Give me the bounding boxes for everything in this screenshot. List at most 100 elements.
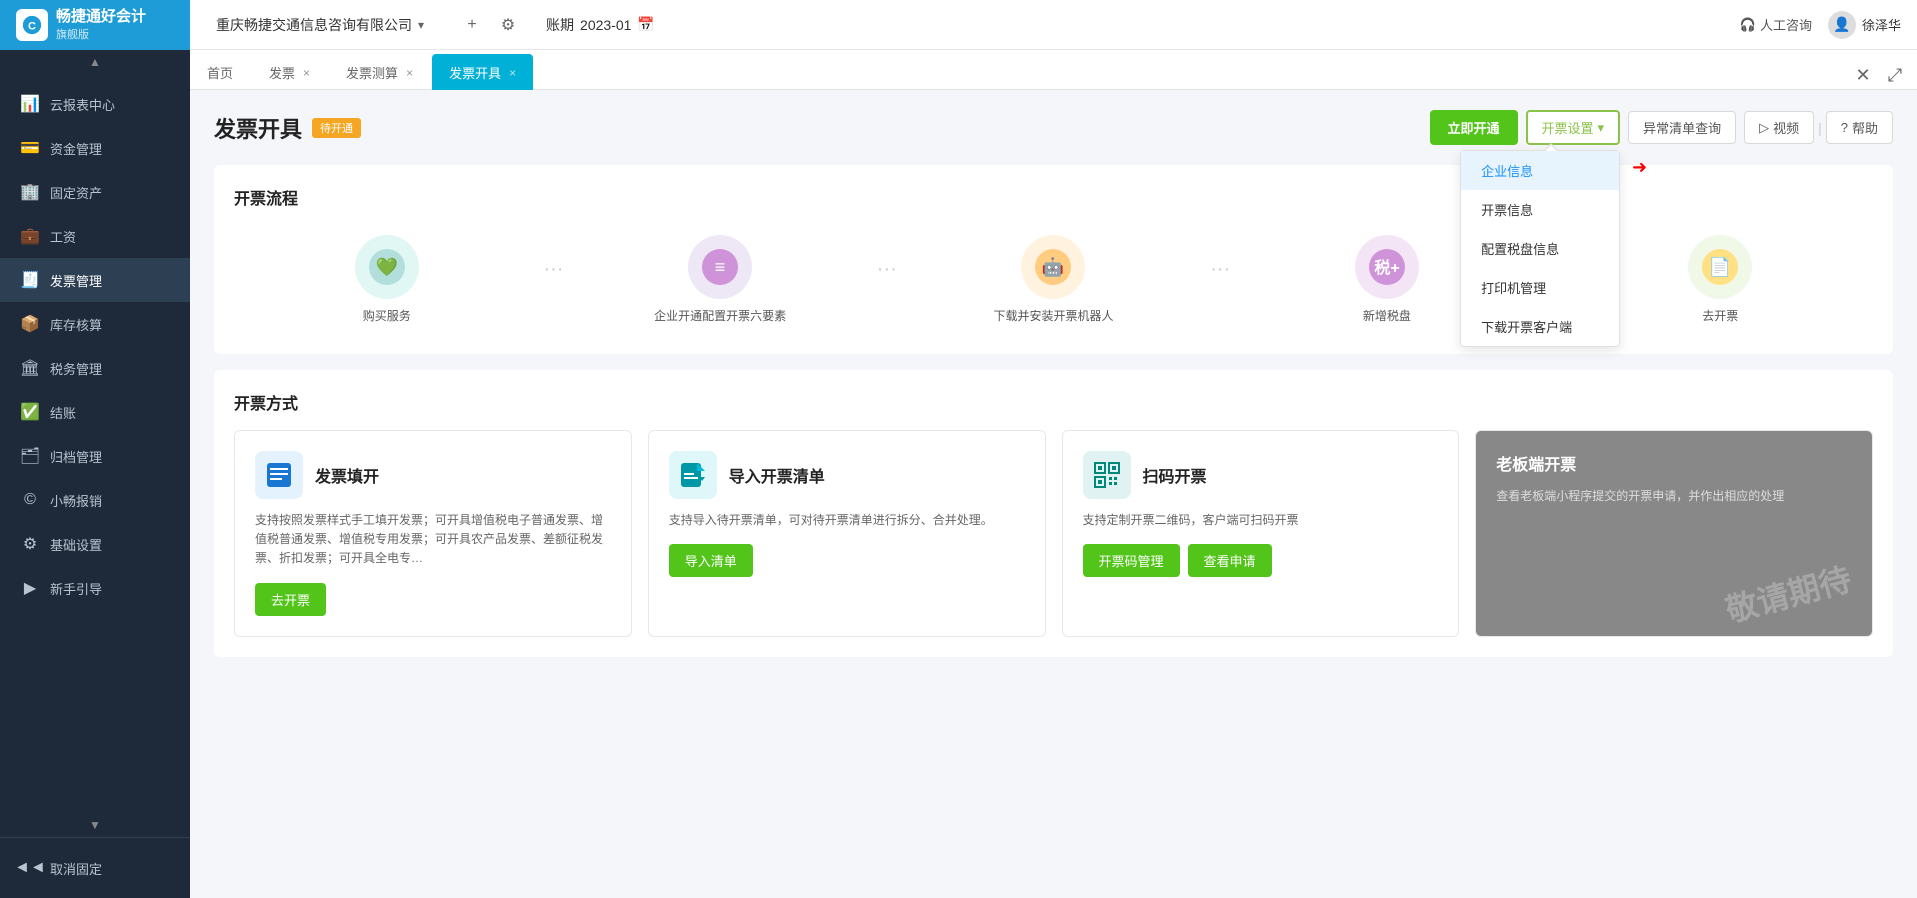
help-icon: ? [1841, 120, 1848, 135]
sidebar-item-jichushezhi[interactable]: ⚙ 基础设置 [0, 522, 190, 566]
tab-fapiao-cesuan[interactable]: 发票测算 × [329, 54, 430, 90]
tab-home[interactable]: 首页 [190, 54, 250, 90]
fapiao-icon: 🧾 [20, 270, 40, 290]
sidebar-label-zijin: 资金管理 [50, 139, 102, 158]
zijin-icon: 💳 [20, 138, 40, 158]
user-name: 徐泽华 [1862, 15, 1901, 34]
daoru-desc: 支持导入待开票清单，可对待开票清单进行拆分、合并处理。 [669, 511, 1025, 530]
dropdown-label-download: 下载开票客户端 [1481, 320, 1572, 335]
support-button[interactable]: 🎧 人工咨询 [1740, 15, 1812, 34]
flow-icon-3: 🤖 [1021, 235, 1085, 299]
tab-cesuan-close[interactable]: × [406, 66, 413, 80]
daoru-icon [669, 451, 717, 499]
sidebar-scroll-up[interactable]: ▲ [0, 50, 190, 74]
logo-subtitle: 旗舰版 [56, 26, 146, 42]
saoma-actions: 开票码管理 查看申请 [1083, 544, 1439, 577]
sidebar-item-zijin[interactable]: 💳 资金管理 [0, 126, 190, 170]
period-selector[interactable]: 账期 2023-01 📅 [538, 15, 663, 35]
saoma-title: 扫码开票 [1143, 463, 1207, 487]
dropdown-item-download[interactable]: 下载开票客户端 [1461, 307, 1619, 346]
video-help-area: ▷ 视频 | ? 帮助 [1744, 111, 1893, 144]
tiankao-icon [255, 451, 303, 499]
app-container: C 畅捷通好会计 旗舰版 重庆畅捷交通信息咨询有限公司 ▾ + ⚙ 账期 202… [0, 0, 1917, 898]
add-button[interactable]: + [458, 11, 486, 39]
sidebar-item-cancel-fixed[interactable]: ◄◄ 取消固定 [0, 846, 190, 890]
method-card-daoru: 导入开票清单 支持导入待开票清单，可对待开票清单进行拆分、合并处理。 导入清单 [648, 430, 1046, 637]
page-actions: 立即开通 开票设置 ▾ 企业信息 ➜ [1430, 110, 1893, 145]
chevron-down-icon: ▾ [418, 18, 424, 32]
tab-close-button[interactable]: ✕ [1849, 61, 1877, 89]
sidebar-label-shuiwu: 税务管理 [50, 359, 102, 378]
flow-label-5: 去开票 [1702, 307, 1738, 324]
help-button[interactable]: ? 帮助 [1826, 111, 1893, 144]
svg-text:税+: 税+ [1374, 258, 1399, 277]
sidebar-item-kucun[interactable]: 📦 库存核算 [0, 302, 190, 346]
settings-icon[interactable]: ⚙ [494, 11, 522, 39]
user-button[interactable]: 👤 徐泽华 [1828, 11, 1901, 39]
dropdown-item-enterprise[interactable]: 企业信息 ➜ [1461, 151, 1619, 190]
calendar-icon: 📅 [637, 16, 654, 33]
svg-text:🤖: 🤖 [1042, 256, 1064, 277]
sidebar-item-gudingzichan[interactable]: 🏢 固定资产 [0, 170, 190, 214]
sidebar-item-xinshou[interactable]: ▶ 新手引导 [0, 566, 190, 610]
content-area: 首页 发票 × 发票测算 × 发票开具 × ✕ ⤢ [190, 50, 1917, 898]
tab-fapiao-close[interactable]: × [303, 66, 310, 80]
top-bar: C 畅捷通好会计 旗舰版 重庆畅捷交通信息咨询有限公司 ▾ + ⚙ 账期 202… [0, 0, 1917, 50]
sidebar-scroll-down[interactable]: ▼ [0, 813, 190, 837]
sidebar-item-shuiwu[interactable]: 🏛 税务管理 [0, 346, 190, 390]
logo-text-area: 畅捷通好会计 旗舰版 [56, 8, 146, 42]
settings-dropdown-menu: 企业信息 ➜ 开票信息 配置税盘信息 打印机管理 [1460, 150, 1620, 347]
status-badge: 待开通 [312, 118, 361, 138]
saoma-apply-button[interactable]: 查看申请 [1188, 544, 1272, 577]
flow-arrow-2: ··· [877, 258, 897, 301]
dropdown-item-invoice-info[interactable]: 开票信息 [1461, 190, 1619, 229]
saoma-manage-button[interactable]: 开票码管理 [1083, 544, 1180, 577]
sidebar-item-jiezhang[interactable]: ✅ 结账 [0, 390, 190, 434]
dropdown-item-tax-config[interactable]: 配置税盘信息 [1461, 229, 1619, 268]
flow-arrow-3: ··· [1210, 258, 1230, 301]
saoma-desc: 支持定制开票二维码，客户端可扫码开票 [1083, 511, 1439, 530]
sidebar-item-yunbaobiao[interactable]: 📊 云报表中心 [0, 82, 190, 126]
flow-step-1: 💚 购买服务 [234, 235, 539, 324]
help-label: 帮助 [1852, 118, 1878, 137]
dropdown-label-enterprise: 企业信息 [1481, 164, 1533, 179]
dropdown-label-invoice-info: 开票信息 [1481, 203, 1533, 218]
tiankao-goto-button[interactable]: 去开票 [255, 583, 326, 616]
tab-kaiju-close[interactable]: × [509, 66, 516, 80]
main-area: ▲ 📊 云报表中心 💳 资金管理 🏢 固定资产 💼 工资 [0, 50, 1917, 898]
sidebar-item-gongzi[interactable]: 💼 工资 [0, 214, 190, 258]
page-title-area: 发票开具 待开通 [214, 112, 361, 144]
play-icon: ▷ [1759, 120, 1769, 136]
settings-button-label: 开票设置 [1542, 118, 1594, 137]
anomaly-button[interactable]: 异常清单查询 [1628, 111, 1736, 144]
activate-button[interactable]: 立即开通 [1430, 110, 1518, 145]
saoma-icon [1083, 451, 1131, 499]
sidebar-item-fapiao[interactable]: 🧾 发票管理 [0, 258, 190, 302]
support-label: 人工咨询 [1760, 15, 1812, 34]
tab-expand-button[interactable]: ⤢ [1881, 61, 1909, 89]
tab-fapiao[interactable]: 发票 × [252, 54, 327, 90]
flow-steps: 💚 购买服务 ··· ≡ [234, 225, 1873, 334]
sidebar-label-gudingzichan: 固定资产 [50, 183, 102, 202]
page-header: 发票开具 待开通 立即开通 开票设置 ▾ [214, 110, 1893, 145]
sidebar-item-guidan[interactable]: 🗂 归档管理 [0, 434, 190, 478]
tiankao-desc: 支持按照发票样式手工填开发票；可开具增值税电子普通发票、增值税普通发票、增值税专… [255, 511, 611, 569]
company-name: 重庆畅捷交通信息咨询有限公司 [216, 15, 412, 35]
svg-text:≡: ≡ [715, 257, 726, 277]
tiankao-actions: 去开票 [255, 583, 611, 616]
daoru-import-button[interactable]: 导入清单 [669, 544, 753, 577]
dropdown-item-printer[interactable]: 打印机管理 [1461, 268, 1619, 307]
tab-fapiao-kaiju[interactable]: 发票开具 × [432, 54, 533, 90]
tab-home-label: 首页 [207, 63, 233, 82]
method-header-saoma: 扫码开票 [1083, 451, 1439, 499]
flow-step-3: 🤖 下载并安装开票机器人 [901, 235, 1206, 324]
company-selector[interactable]: 重庆畅捷交通信息咨询有限公司 ▾ [206, 9, 434, 41]
settings-button[interactable]: 开票设置 ▾ [1526, 110, 1621, 145]
cancel-fixed-icon: ◄◄ [20, 858, 40, 878]
video-button[interactable]: ▷ 视频 [1744, 111, 1814, 144]
flow-icon-1: 💚 [355, 235, 419, 299]
daoru-title: 导入开票清单 [729, 463, 825, 487]
svg-text:💚: 💚 [375, 257, 398, 277]
sidebar-item-xiaochang[interactable]: © 小畅报销 [0, 478, 190, 522]
tab-fapiao-label: 发票 [269, 63, 295, 82]
